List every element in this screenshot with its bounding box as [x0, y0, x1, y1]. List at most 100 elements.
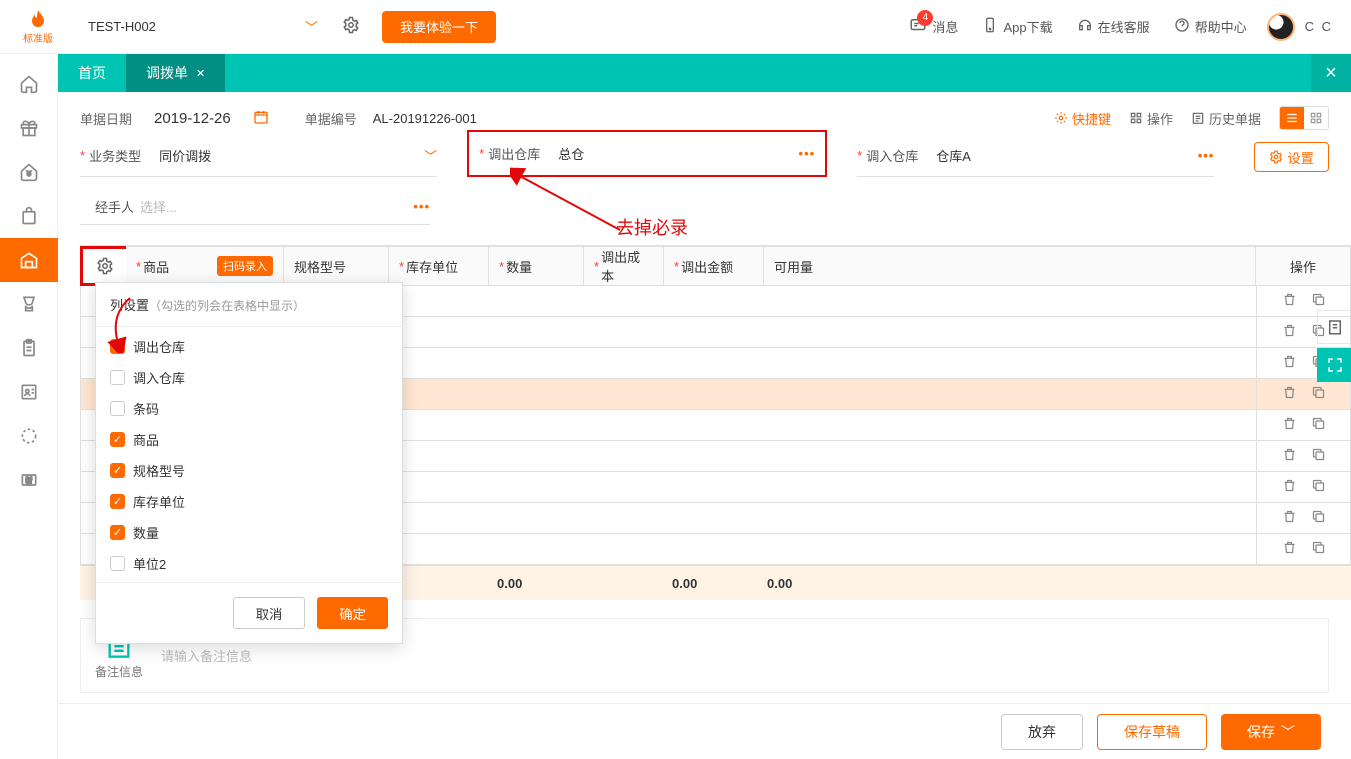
- fields-row-1: * 业务类型 同价调拨 ﹀ * 调出仓库 总仓 ••• * 调入仓库 仓库A •…: [58, 136, 1351, 187]
- nav-price-icon[interactable]: ¥: [0, 150, 58, 194]
- column-option[interactable]: 条码: [96, 393, 402, 424]
- help-link[interactable]: 帮助中心: [1174, 17, 1247, 36]
- view-list-icon[interactable]: [1280, 107, 1304, 129]
- nav-warehouse-icon[interactable]: [0, 238, 58, 282]
- help-icon: [1174, 17, 1190, 36]
- delete-icon[interactable]: [1282, 385, 1297, 403]
- popup-list[interactable]: ✓调出仓库调入仓库条码✓商品✓规格型号✓库存单位✓数量单位2: [96, 326, 402, 582]
- tabs-bar: 首页 调拨单 ✕ ×: [58, 54, 1351, 92]
- left-sidebar: ¥ 新: [0, 54, 58, 759]
- column-option[interactable]: ✓商品: [96, 424, 402, 455]
- close-icon[interactable]: ✕: [196, 67, 205, 80]
- logo[interactable]: 标准版: [18, 8, 58, 45]
- delete-icon[interactable]: [1282, 354, 1297, 372]
- delete-icon[interactable]: [1282, 509, 1297, 527]
- expand-icon[interactable]: [1317, 348, 1351, 382]
- date-value[interactable]: 2019-12-26: [154, 110, 231, 127]
- org-name: TEST-H002: [88, 19, 156, 34]
- nav-home-icon[interactable]: [0, 62, 58, 106]
- popup-cancel-button[interactable]: 取消: [233, 597, 306, 629]
- view-grid-icon[interactable]: [1304, 107, 1328, 129]
- svg-text:¥: ¥: [27, 169, 32, 178]
- tab-home[interactable]: 首页: [58, 54, 126, 92]
- float-right-buttons: [1317, 310, 1351, 382]
- checkbox[interactable]: ✓: [110, 432, 125, 447]
- messages-link[interactable]: 消息 4: [909, 16, 958, 37]
- tab-current[interactable]: 调拨单 ✕: [126, 54, 225, 92]
- scan-button[interactable]: 扫码录入: [217, 256, 273, 276]
- service-link[interactable]: 在线客服: [1077, 17, 1150, 36]
- headset-icon: [1077, 17, 1093, 36]
- copy-icon[interactable]: [1311, 478, 1326, 496]
- nav-bag-icon[interactable]: [0, 194, 58, 238]
- checkbox[interactable]: [110, 370, 125, 385]
- footer-bar: 放弃 保存草稿 保存 ﹀: [58, 703, 1351, 759]
- save-button[interactable]: 保存 ﹀: [1221, 714, 1321, 750]
- svg-text:新: 新: [26, 476, 33, 485]
- annotation-text: 去掉必录: [616, 214, 688, 240]
- handler-field[interactable]: 经手人 选择... •••: [80, 197, 430, 225]
- column-option[interactable]: ✓规格型号: [96, 455, 402, 486]
- out-warehouse-field[interactable]: * 调出仓库 总仓 •••: [467, 130, 827, 177]
- copy-icon[interactable]: [1311, 292, 1326, 310]
- history-link[interactable]: 历史单据: [1191, 109, 1261, 128]
- checkbox[interactable]: ✓: [110, 525, 125, 540]
- note-icon[interactable]: [1317, 310, 1351, 344]
- app-download-link[interactable]: App下载: [982, 17, 1052, 36]
- calendar-icon[interactable]: [253, 109, 269, 128]
- date-label: 单据日期: [80, 109, 132, 128]
- delete-icon[interactable]: [1282, 323, 1297, 341]
- popup-ok-button[interactable]: 确定: [317, 597, 388, 629]
- copy-icon[interactable]: [1311, 540, 1326, 558]
- nav-gift-icon[interactable]: [0, 106, 58, 150]
- column-option[interactable]: ✓数量: [96, 517, 402, 548]
- more-icon[interactable]: •••: [413, 199, 430, 214]
- column-settings-button[interactable]: [80, 246, 126, 286]
- avatar[interactable]: [1267, 13, 1295, 41]
- doc-value: AL-20191226-001: [373, 111, 477, 126]
- checkbox[interactable]: [110, 556, 125, 571]
- settings-button[interactable]: 设置: [1254, 142, 1329, 172]
- flame-icon: [26, 8, 50, 32]
- shortcut-link[interactable]: 快捷键: [1054, 109, 1111, 128]
- column-option[interactable]: ✓调出仓库: [96, 331, 402, 362]
- in-warehouse-field[interactable]: * 调入仓库 仓库A •••: [857, 142, 1214, 177]
- nav-loading-icon[interactable]: [0, 414, 58, 458]
- copy-icon[interactable]: [1311, 385, 1326, 403]
- column-option[interactable]: ✓库存单位: [96, 486, 402, 517]
- biz-type-field[interactable]: * 业务类型 同价调拨 ﹀: [80, 142, 437, 177]
- org-settings-icon[interactable]: [342, 16, 360, 37]
- fields-row-2: 经手人 选择... •••: [58, 187, 1351, 245]
- message-badge: 4: [917, 10, 933, 26]
- delete-icon[interactable]: [1282, 478, 1297, 496]
- column-option[interactable]: 单位2: [96, 548, 402, 579]
- remark-input[interactable]: 请输入备注信息: [161, 646, 1314, 665]
- copy-icon[interactable]: [1311, 509, 1326, 527]
- checkbox[interactable]: ✓: [110, 463, 125, 478]
- copy-icon[interactable]: [1311, 416, 1326, 434]
- trial-button[interactable]: 我要体验一下: [382, 11, 496, 43]
- copy-icon[interactable]: [1311, 447, 1326, 465]
- nav-new-icon[interactable]: 新: [0, 458, 58, 502]
- top-header: 标准版 TEST-H002 ﹀ 我要体验一下 消息 4 App下载 在线客服 帮…: [0, 0, 1351, 54]
- delete-icon[interactable]: [1282, 416, 1297, 434]
- column-option[interactable]: 调入仓库: [96, 362, 402, 393]
- delete-icon[interactable]: [1282, 540, 1297, 558]
- nav-clipboard-icon[interactable]: [0, 326, 58, 370]
- popup-title: 列设置（勾选的列会在表格中显示）: [96, 283, 402, 326]
- discard-button[interactable]: 放弃: [1001, 714, 1083, 750]
- close-all-tabs[interactable]: ×: [1311, 54, 1351, 92]
- save-draft-button[interactable]: 保存草稿: [1097, 714, 1207, 750]
- more-icon[interactable]: •••: [1198, 148, 1215, 163]
- checkbox[interactable]: [110, 401, 125, 416]
- checkbox[interactable]: ✓: [110, 494, 125, 509]
- nav-contact-icon[interactable]: [0, 370, 58, 414]
- org-selector[interactable]: TEST-H002 ﹀: [78, 11, 328, 43]
- nav-money-icon[interactable]: [0, 282, 58, 326]
- phone-icon: [982, 17, 998, 36]
- delete-icon[interactable]: [1282, 292, 1297, 310]
- checkbox[interactable]: ✓: [110, 339, 125, 354]
- delete-icon[interactable]: [1282, 447, 1297, 465]
- operate-link[interactable]: 操作: [1129, 109, 1173, 128]
- more-icon[interactable]: •••: [799, 146, 816, 161]
